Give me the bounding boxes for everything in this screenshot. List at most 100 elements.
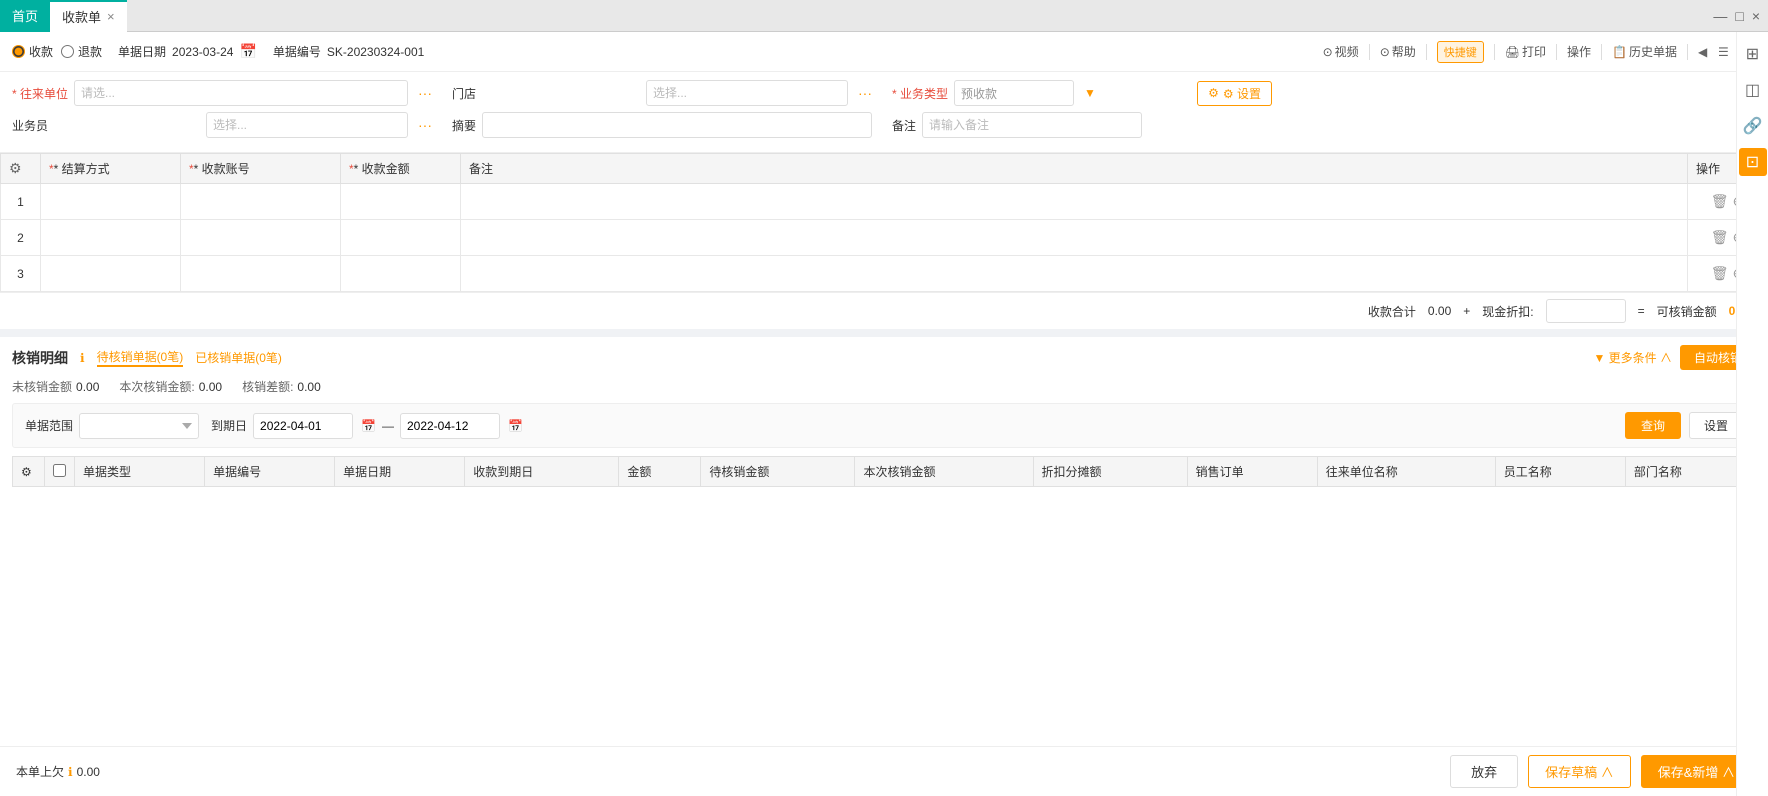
save-draft-btn[interactable]: 保存草稿 ∧ xyxy=(1528,755,1631,788)
number-label: 单据编号 xyxy=(273,43,321,60)
carry-info-icon[interactable]: ℹ xyxy=(68,765,73,779)
store-more-icon[interactable]: ··· xyxy=(858,85,872,101)
customer-input[interactable] xyxy=(74,80,408,106)
remark-field: 备注 xyxy=(892,112,1272,138)
business-type-input[interactable] xyxy=(954,80,1074,106)
list-view-icon[interactable]: ☰ xyxy=(1718,45,1736,59)
staff-input[interactable] xyxy=(206,112,408,138)
remark-input[interactable] xyxy=(922,112,1142,138)
account-input[interactable] xyxy=(181,220,340,255)
receipt-label: 收款 xyxy=(29,43,53,60)
done-tab[interactable]: 已核销单据(0笔) xyxy=(195,349,282,366)
close-window-icon[interactable]: × xyxy=(1752,8,1760,24)
delete-row-icon[interactable]: 🗑 xyxy=(1711,193,1729,210)
store-input[interactable] xyxy=(646,80,848,106)
help-label: 帮助 xyxy=(1392,43,1416,60)
reconcile-col-check[interactable] xyxy=(45,457,75,487)
settle-cell[interactable] xyxy=(41,256,181,292)
row-num: 1 xyxy=(1,184,41,220)
col-doc-type: 单据类型 xyxy=(75,457,205,487)
settle-input[interactable] xyxy=(41,184,180,219)
col-gear[interactable]: ⚙ xyxy=(1,154,41,184)
panel-icon-3[interactable]: 🔗 xyxy=(1739,112,1767,140)
table-row: 2 🗑 ⊕ xyxy=(1,220,1768,256)
settings-btn[interactable]: ⚙ ⚙ 设置 xyxy=(1197,81,1272,106)
amount-cell[interactable] xyxy=(341,220,461,256)
delete-row-icon[interactable]: 🗑 xyxy=(1711,229,1729,246)
divider5 xyxy=(1601,44,1602,60)
minimize-icon[interactable]: — xyxy=(1713,8,1727,24)
account-input[interactable] xyxy=(181,184,340,219)
calendar-icon[interactable]: 📅 xyxy=(239,43,256,60)
reconcile-info-icon[interactable]: ℹ xyxy=(80,351,85,365)
current-label: 本次核销金额: xyxy=(119,378,194,395)
settle-cell[interactable] xyxy=(41,220,181,256)
prev-icon[interactable]: ◀ xyxy=(1698,45,1716,59)
cal-from-icon[interactable]: 📅 xyxy=(361,419,376,433)
pending-tab[interactable]: 待核销单据(0笔) xyxy=(97,348,184,367)
row-remark-input[interactable] xyxy=(461,220,1687,255)
date-from-input[interactable] xyxy=(253,413,353,439)
tab-current[interactable]: 收款单 × xyxy=(50,0,127,32)
refund-radio[interactable]: 退款 xyxy=(61,43,102,60)
account-cell[interactable] xyxy=(181,220,341,256)
settle-input[interactable] xyxy=(41,256,180,291)
delete-row-icon[interactable]: 🗑 xyxy=(1711,265,1729,282)
tab-home-label: 首页 xyxy=(12,6,38,25)
settle-cell[interactable] xyxy=(41,184,181,220)
remark-cell[interactable] xyxy=(461,256,1688,292)
panel-icon-2[interactable]: ◫ xyxy=(1739,76,1767,104)
row-remark-input[interactable] xyxy=(461,256,1687,291)
customer-more-icon[interactable]: ··· xyxy=(418,85,432,101)
panel-icon-1[interactable]: ⊞ xyxy=(1739,40,1767,68)
number-field: 单据编号 SK-20230324-001 xyxy=(273,43,424,60)
save-draft-label: 保存草稿 ∧ xyxy=(1545,762,1614,781)
print-btn[interactable]: 🖨 打印 xyxy=(1505,43,1546,60)
tab-close-icon[interactable]: × xyxy=(107,9,115,24)
business-type-dropdown[interactable]: ▼ xyxy=(1084,86,1096,100)
account-cell[interactable] xyxy=(181,184,341,220)
reconcile-gear-icon[interactable]: ⚙ xyxy=(21,465,32,479)
shortcut-btn[interactable]: 快捷键 xyxy=(1437,41,1484,63)
remark-cell[interactable] xyxy=(461,220,1688,256)
help-btn[interactable]: ⊙ 帮助 xyxy=(1380,43,1416,60)
store-label: 门店 xyxy=(452,85,640,102)
account-cell[interactable] xyxy=(181,256,341,292)
amount-input[interactable] xyxy=(341,184,460,219)
date-to-input[interactable] xyxy=(400,413,500,439)
amount-input[interactable] xyxy=(341,256,460,291)
row-remark-input[interactable] xyxy=(461,184,1687,219)
tab-home[interactable]: 首页 xyxy=(0,0,50,32)
amount-cell[interactable] xyxy=(341,184,461,220)
panel-icon-4[interactable]: ⊡ xyxy=(1739,148,1767,176)
table-settings-icon[interactable]: ⚙ xyxy=(9,160,22,176)
table-row: 3 🗑 ⊕ xyxy=(1,256,1768,292)
reconcile-section: 核销明细 ℹ 待核销单据(0笔) 已核销单据(0笔) ▼ 更多条件 ∧ 自动核销… xyxy=(0,337,1768,746)
account-input[interactable] xyxy=(181,256,340,291)
operation-btn[interactable]: 操作 xyxy=(1567,43,1591,60)
remark-cell[interactable] xyxy=(461,184,1688,220)
reconcile-header: 核销明细 ℹ 待核销单据(0笔) 已核销单据(0笔) ▼ 更多条件 ∧ 自动核销 xyxy=(12,345,1756,370)
more-conditions-btn[interactable]: ▼ 更多条件 ∧ xyxy=(1593,349,1672,366)
cal-to-icon[interactable]: 📅 xyxy=(508,419,523,433)
select-all-check[interactable] xyxy=(53,464,66,477)
discard-btn[interactable]: 放弃 xyxy=(1450,755,1518,788)
staff-more-icon[interactable]: ··· xyxy=(418,117,432,133)
summary-input[interactable] xyxy=(482,112,872,138)
query-btn[interactable]: 查询 xyxy=(1625,412,1681,439)
tab-current-label: 收款单 xyxy=(62,7,101,26)
amount-cell[interactable] xyxy=(341,256,461,292)
filter-settings-btn[interactable]: 设置 xyxy=(1689,412,1743,439)
settle-input[interactable] xyxy=(41,220,180,255)
discount-input[interactable] xyxy=(1546,299,1626,323)
video-btn[interactable]: ⊙ 视频 xyxy=(1323,43,1359,60)
maximize-icon[interactable]: □ xyxy=(1735,8,1743,24)
reconcile-col-gear[interactable]: ⚙ xyxy=(13,457,45,487)
receipt-radio[interactable]: 收款 xyxy=(12,43,53,60)
amount-input[interactable] xyxy=(341,220,460,255)
history-btn[interactable]: 📋 历史单据 xyxy=(1612,43,1677,60)
business-type-field: * 业务类型 ▼ ⚙ ⚙ 设置 xyxy=(892,80,1272,106)
discount-label: 现金折扣: xyxy=(1482,303,1533,320)
range-select[interactable] xyxy=(79,413,199,439)
customer-required: * 往来单位 xyxy=(12,85,68,102)
